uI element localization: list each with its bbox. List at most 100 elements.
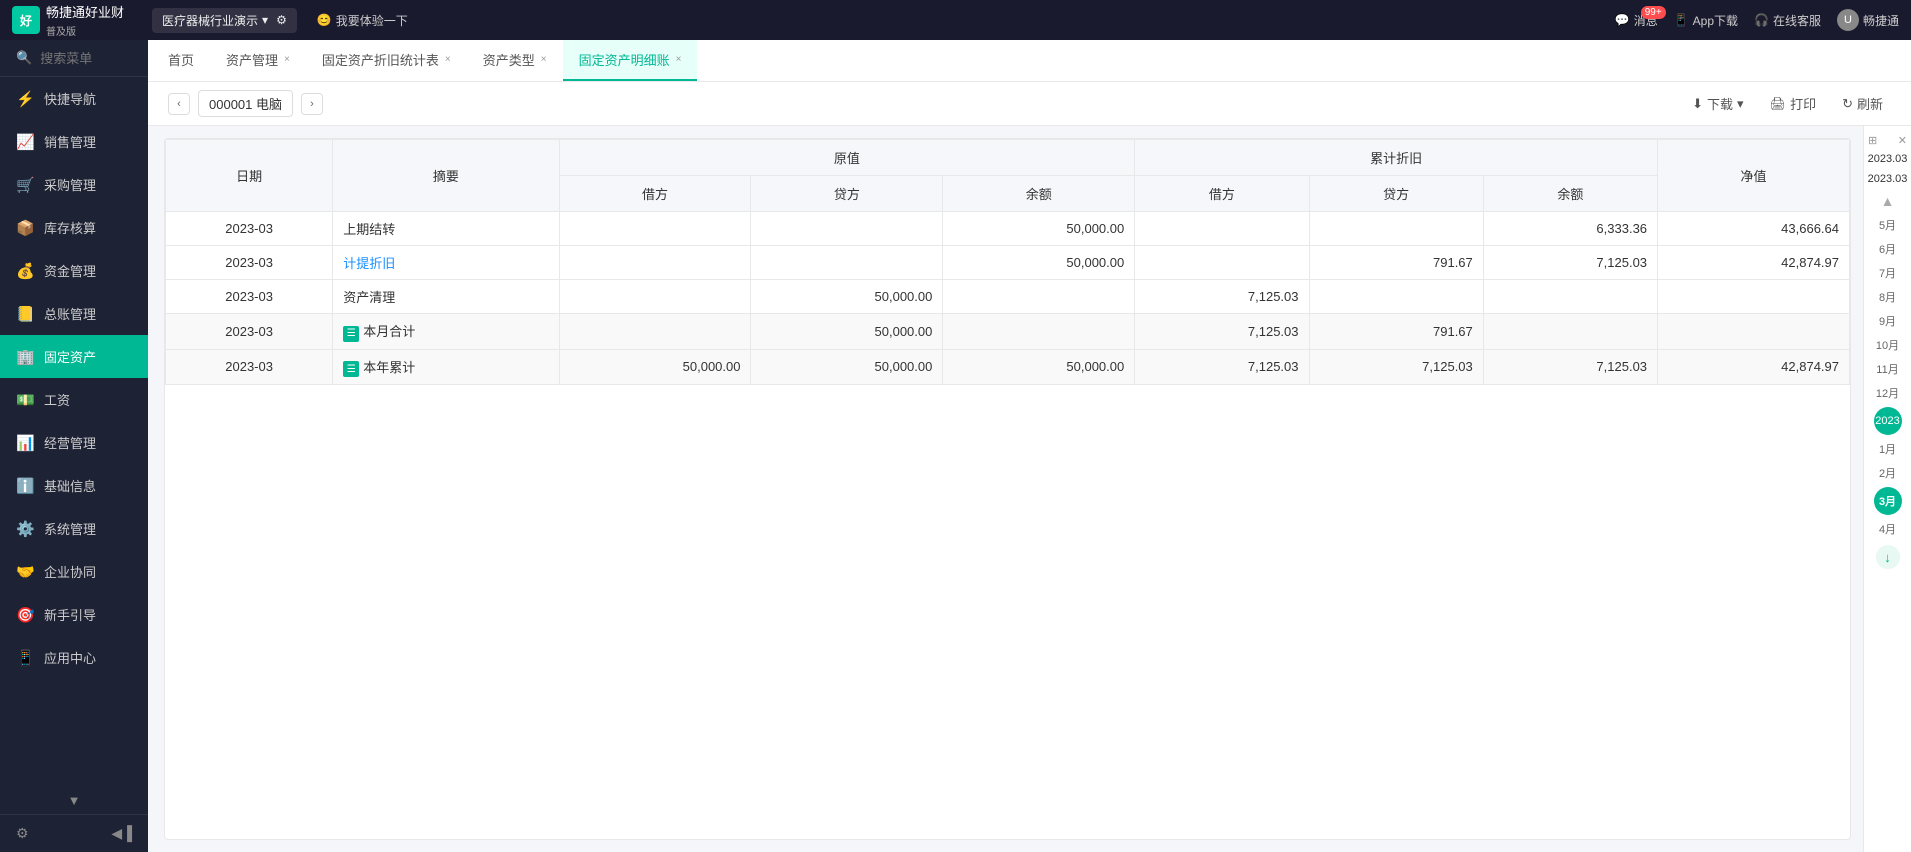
tab-asset-type[interactable]: 资产类型 × <box>467 40 563 81</box>
table-lj-credit <box>1309 212 1483 246</box>
tab-asset-detail[interactable]: 固定资产明细账 × <box>563 40 698 81</box>
sidebar-item-app-center[interactable]: 📱 应用中心 <box>0 636 148 679</box>
experience-button[interactable]: 😊 我要体验一下 <box>317 12 408 29</box>
timeline-close-icon[interactable]: ✕ <box>1898 134 1907 147</box>
table-yz-credit: 50,000.00 <box>751 349 943 385</box>
timeline-month-11[interactable]: 11月 <box>1864 357 1911 381</box>
sales-icon: 📈 <box>16 133 34 151</box>
table-row: 2023-03 <box>166 212 333 246</box>
timeline-month-6[interactable]: 6月 <box>1864 237 1911 261</box>
next-asset-button[interactable]: › <box>301 93 323 115</box>
sidebar-label-ledger: 总账管理 <box>44 304 96 323</box>
salary-icon: 💵 <box>16 391 34 409</box>
edition-badge: 普及版 <box>46 23 124 38</box>
sidebar-item-quick-nav[interactable]: ⚡ 快捷导航 <box>0 77 148 120</box>
inventory-icon: 📦 <box>16 219 34 237</box>
tab-asset-detail-close[interactable]: × <box>676 54 682 65</box>
message-action[interactable]: 💬 消息 99+ <box>1615 12 1658 29</box>
asset-code-display: 000001 电脑 <box>198 90 293 117</box>
sidebar-item-guide[interactable]: 🎯 新手引导 <box>0 593 148 636</box>
sidebar-item-cooperation[interactable]: 🤝 企业协同 <box>0 550 148 593</box>
sidebar-label-fixed-assets: 固定资产 <box>44 347 96 366</box>
sidebar-item-purchase[interactable]: 🛒 采购管理 <box>0 163 148 206</box>
collapse-icon[interactable]: ◀▐ <box>111 825 132 842</box>
timeline-month-12[interactable]: 12月 <box>1864 381 1911 405</box>
table-row: 2023-03 <box>166 349 333 385</box>
table-lj-balance: 7,125.03 <box>1483 349 1657 385</box>
th-leiji: 累计折旧 <box>1135 140 1658 176</box>
sidebar-item-operation[interactable]: 📊 经营管理 <box>0 421 148 464</box>
tab-home[interactable]: 首页 <box>148 40 210 81</box>
sidebar-item-sales[interactable]: 📈 销售管理 <box>0 120 148 163</box>
table-yz-credit <box>751 212 943 246</box>
table-summary[interactable]: 计提折旧 <box>333 246 559 280</box>
table-yz-debit <box>559 246 751 280</box>
tab-asset-type-close[interactable]: × <box>541 54 547 65</box>
table-net-value: 42,874.97 <box>1658 246 1850 280</box>
content-area: 首页 资产管理 × 固定资产折旧统计表 × 资产类型 × 固定资产明细账 × <box>148 40 1911 852</box>
timeline-month-9[interactable]: 9月 <box>1864 309 1911 333</box>
search-input[interactable] <box>40 51 148 66</box>
sidebar-item-system[interactable]: ⚙️ 系统管理 <box>0 507 148 550</box>
timeline-month-10[interactable]: 10月 <box>1864 333 1911 357</box>
sidebar: 🔍 ⚡ 快捷导航 📈 销售管理 🛒 采购管理 📦 库存核算 💰 资金管理 📒 总… <box>0 40 148 852</box>
settings-icon[interactable]: ⚙ <box>276 13 287 27</box>
sidebar-item-fund[interactable]: 💰 资金管理 <box>0 249 148 292</box>
sidebar-item-fixed-assets[interactable]: 🏢 固定资产 <box>0 335 148 378</box>
app-download-action[interactable]: 📱 App下载 <box>1674 12 1738 29</box>
tab-depreciation-stats-close[interactable]: × <box>445 54 451 65</box>
prev-asset-button[interactable]: ‹ <box>168 93 190 115</box>
timeline-month-2[interactable]: 2月 <box>1864 461 1911 485</box>
sidebar-item-ledger[interactable]: 📒 总账管理 <box>0 292 148 335</box>
sidebar-label-sales: 销售管理 <box>44 132 96 151</box>
operation-icon: 📊 <box>16 434 34 452</box>
sidebar-search-area[interactable]: 🔍 <box>0 40 148 77</box>
timeline-header: 2023.03 <box>1868 149 1908 169</box>
sidebar-label-salary: 工资 <box>44 390 70 409</box>
settings-bottom-icon[interactable]: ⚙ <box>16 825 29 842</box>
sidebar-item-basic-info[interactable]: ℹ️ 基础信息 <box>0 464 148 507</box>
timeline-up-arrow[interactable]: ▲ <box>1881 193 1895 209</box>
timeline-month-8[interactable]: 8月 <box>1864 285 1911 309</box>
timeline-month-4[interactable]: 4月 <box>1864 517 1911 541</box>
sidebar-bottom: ⚙ ◀▐ <box>0 814 148 852</box>
timeline-year-2023[interactable]: 2023 <box>1874 407 1902 435</box>
sidebar-label-app-center: 应用中心 <box>44 648 96 667</box>
timeline-down-arrow[interactable]: ↓ <box>1876 545 1900 569</box>
table-lj-debit <box>1135 212 1309 246</box>
refresh-button[interactable]: ↻ 刷新 <box>1834 90 1891 117</box>
table-yz-debit: 50,000.00 <box>559 349 751 385</box>
tab-asset-management[interactable]: 资产管理 × <box>210 40 306 81</box>
table-yz-balance: 50,000.00 <box>943 246 1135 280</box>
table-timeline-area: 日期 摘要 原值 累计折旧 净值 借方 贷方 余额 借方 <box>148 126 1911 852</box>
table-lj-credit: 7,125.03 <box>1309 349 1483 385</box>
sidebar-item-salary[interactable]: 💵 工资 <box>0 378 148 421</box>
table-row: 2023-03 <box>166 280 333 314</box>
sidebar-scroll-down[interactable]: ▼ <box>0 787 148 814</box>
print-button[interactable]: 🖨 打印 <box>1762 90 1825 117</box>
timeline-month-5[interactable]: 5月 <box>1864 213 1911 237</box>
refresh-icon: ↻ <box>1842 96 1853 112</box>
timeline-expand-icon[interactable]: ⊞ <box>1868 134 1877 147</box>
th-leiji-debit: 借方 <box>1135 176 1309 212</box>
user-action[interactable]: U 畅捷通 <box>1837 9 1899 31</box>
guide-icon: 🎯 <box>16 606 34 624</box>
table-lj-balance <box>1483 314 1657 350</box>
timeline-month-1[interactable]: 1月 <box>1864 437 1911 461</box>
fixed-assets-icon: 🏢 <box>16 348 34 366</box>
sidebar-label-fund: 资金管理 <box>44 261 96 280</box>
download-button[interactable]: ⬇ 下载 ▾ <box>1684 90 1751 117</box>
search-icon: 🔍 <box>16 50 32 66</box>
table-lj-debit: 7,125.03 <box>1135 314 1309 350</box>
table-wrapper: 日期 摘要 原值 累计折旧 净值 借方 贷方 余额 借方 <box>164 138 1851 840</box>
th-net-value: 净值 <box>1658 140 1850 212</box>
table-yz-credit: 50,000.00 <box>751 280 943 314</box>
tab-depreciation-stats[interactable]: 固定资产折旧统计表 × <box>306 40 467 81</box>
sidebar-item-inventory[interactable]: 📦 库存核算 <box>0 206 148 249</box>
online-support-action[interactable]: 🎧 在线客服 <box>1754 12 1821 29</box>
timeline-month-7[interactable]: 7月 <box>1864 261 1911 285</box>
tab-asset-management-close[interactable]: × <box>284 54 290 65</box>
table-yz-debit <box>559 212 751 246</box>
timeline-month-3[interactable]: 3月 <box>1874 487 1902 515</box>
company-selector[interactable]: 医疗器械行业演示 ▾ ⚙ <box>152 8 297 33</box>
